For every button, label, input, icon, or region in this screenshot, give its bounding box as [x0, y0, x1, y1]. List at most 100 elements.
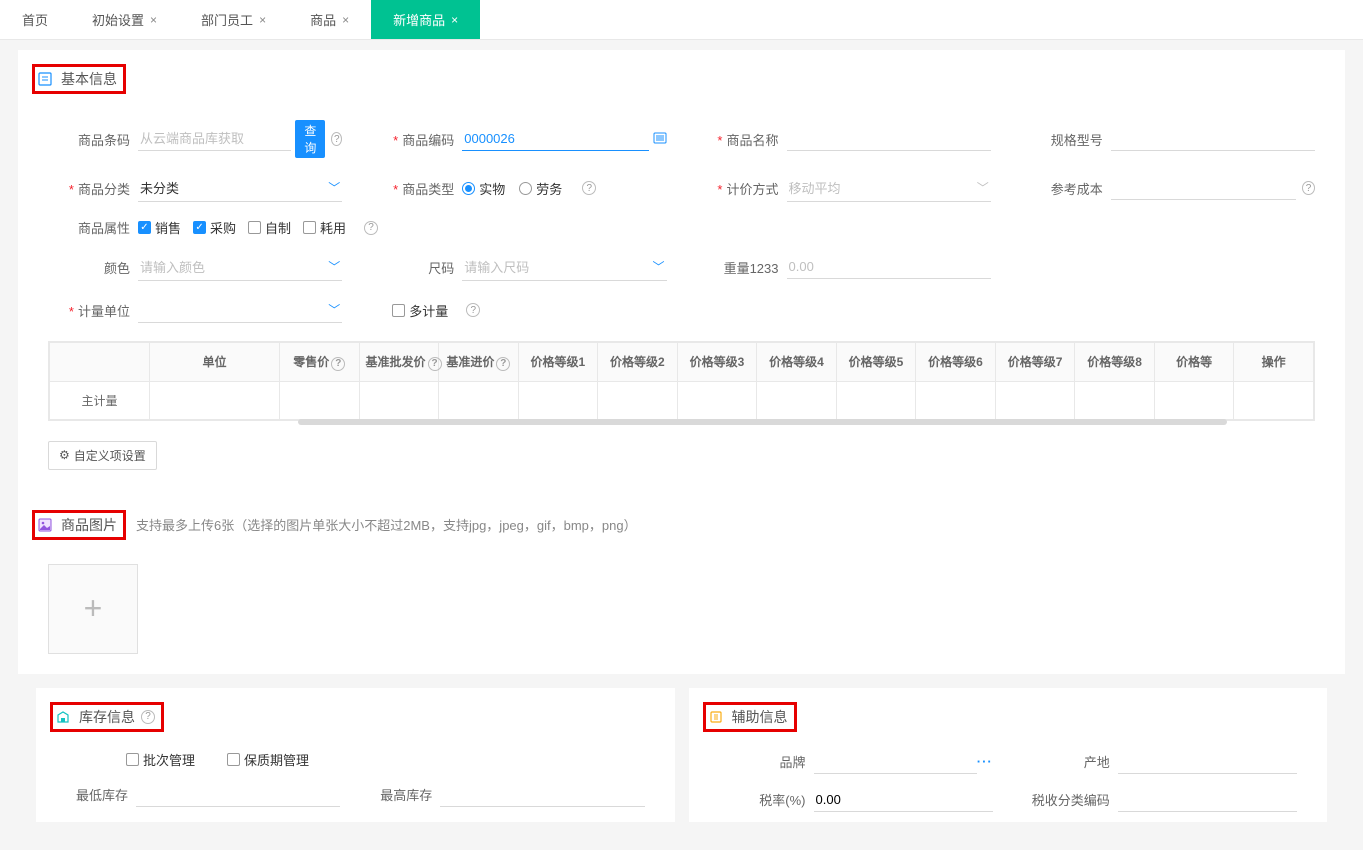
price-col-header: 零售价?: [280, 343, 360, 382]
chevron-down-icon: ﹀: [977, 179, 989, 196]
tab-bar: 首页 初始设置× 部门员工× 商品× 新增商品×: [0, 0, 1363, 40]
chevron-down-icon: ﹀: [328, 258, 340, 275]
price-cell[interactable]: [598, 381, 678, 419]
price-cell[interactable]: [916, 381, 996, 419]
price-col-header: 价格等级2: [598, 343, 678, 382]
close-icon[interactable]: ×: [451, 13, 458, 27]
name-input[interactable]: [787, 127, 991, 151]
close-icon[interactable]: ×: [342, 13, 349, 27]
help-icon[interactable]: ?: [364, 221, 378, 235]
tab-add-product[interactable]: 新增商品×: [371, 0, 480, 39]
help-icon[interactable]: ?: [331, 132, 342, 146]
weight-input[interactable]: [787, 255, 991, 279]
price-col-header: 基准批发价?: [359, 343, 439, 382]
help-icon[interactable]: ?: [141, 710, 155, 724]
price-cell[interactable]: [150, 381, 280, 419]
tab-init-settings[interactable]: 初始设置×: [70, 0, 179, 39]
tab-dept-staff[interactable]: 部门员工×: [179, 0, 288, 39]
help-icon[interactable]: ?: [1302, 181, 1315, 195]
price-col-header: 操作: [1234, 343, 1314, 382]
min-stock-input[interactable]: [136, 783, 340, 807]
price-col-header: 价格等级5: [836, 343, 916, 382]
highlight-box: 辅助信息: [703, 702, 797, 732]
help-icon[interactable]: ?: [466, 303, 480, 317]
query-button[interactable]: 查询: [295, 120, 325, 158]
chk-consume[interactable]: 耗用: [303, 218, 346, 237]
field-name: 商品名称: [697, 120, 991, 158]
price-col-header: 价格等级1: [518, 343, 598, 382]
close-icon[interactable]: ×: [259, 13, 266, 27]
help-icon[interactable]: ?: [582, 181, 596, 195]
chk-selfmade[interactable]: 自制: [248, 218, 291, 237]
field-weight: 重量1233: [697, 253, 991, 281]
pricing-select[interactable]: 移动平均 ﹀: [787, 174, 991, 202]
price-col-header: [50, 343, 150, 382]
tab-home[interactable]: 首页: [0, 0, 70, 39]
price-col-header: 价格等级6: [916, 343, 996, 382]
field-brand: 品牌 ···: [719, 750, 993, 774]
price-col-header: 价格等: [1154, 343, 1234, 382]
price-cell[interactable]: [518, 381, 598, 419]
field-size: 尺码 请输入尺码 ﹀: [372, 253, 666, 281]
chk-shelf-life[interactable]: 保质期管理: [227, 750, 309, 769]
origin-input[interactable]: [1118, 750, 1297, 774]
field-category: 商品分类 未分类 ﹀: [48, 174, 342, 202]
custom-fields-button[interactable]: ⚙ 自定义项设置: [48, 441, 157, 470]
ref-cost-input[interactable]: [1111, 176, 1296, 200]
form-icon: [37, 71, 53, 87]
price-cell[interactable]: [1075, 381, 1155, 419]
unit-select[interactable]: ﹀: [138, 297, 342, 323]
price-cell[interactable]: [439, 381, 519, 419]
price-col-header: 基准进价?: [439, 343, 519, 382]
color-select[interactable]: 请输入颜色 ﹀: [138, 253, 342, 281]
chevron-down-icon: ﹀: [328, 179, 340, 196]
upload-hint: 支持最多上传6张（选择的图片单张大小不超过2MB，支持jpg，jpeg，gif，…: [136, 515, 637, 534]
field-unit: 计量单位 ﹀: [48, 297, 342, 323]
help-icon[interactable]: ?: [428, 357, 442, 371]
barcode-input[interactable]: [138, 127, 291, 151]
radio-service[interactable]: 劳务: [519, 179, 562, 198]
radio-physical[interactable]: 实物: [462, 179, 505, 198]
chevron-down-icon: ﹀: [328, 301, 340, 318]
chk-batch[interactable]: 批次管理: [126, 750, 195, 769]
field-color: 颜色 请输入颜色 ﹀: [48, 253, 342, 281]
plus-icon: +: [84, 590, 103, 627]
barcode-icon[interactable]: [653, 131, 667, 148]
price-cell[interactable]: [677, 381, 757, 419]
tab-products[interactable]: 商品×: [288, 0, 371, 39]
price-cell[interactable]: [280, 381, 360, 419]
basic-info-card: 基本信息 商品条码 查询 ? 商品编码: [18, 50, 1345, 674]
price-cell[interactable]: [1234, 381, 1314, 419]
max-stock-input[interactable]: [440, 783, 644, 807]
field-tax-code: 税收分类编码: [1023, 788, 1297, 812]
price-col-header: 价格等级8: [1075, 343, 1155, 382]
close-icon[interactable]: ×: [150, 13, 157, 27]
price-cell[interactable]: [1154, 381, 1234, 419]
price-cell[interactable]: [995, 381, 1075, 419]
horizontal-scrollbar[interactable]: [298, 419, 1227, 425]
help-icon[interactable]: ?: [331, 357, 345, 371]
chk-sale[interactable]: 销售: [138, 218, 181, 237]
field-multi-unit: 多计量 ?: [372, 297, 666, 323]
tax-code-input[interactable]: [1118, 788, 1297, 812]
section-title: 基本信息: [61, 69, 117, 89]
image-icon: [37, 517, 53, 533]
tax-rate-input[interactable]: [814, 788, 993, 812]
brand-input[interactable]: [814, 750, 977, 774]
field-spec: 规格型号: [1021, 120, 1315, 158]
size-select[interactable]: 请输入尺码 ﹀: [462, 253, 666, 281]
price-cell[interactable]: [359, 381, 439, 419]
lookup-icon[interactable]: ···: [977, 754, 993, 769]
highlight-box: 商品图片: [32, 510, 126, 540]
image-uploader[interactable]: +: [48, 564, 138, 654]
price-cell[interactable]: [757, 381, 837, 419]
help-icon[interactable]: ?: [496, 357, 510, 371]
spec-input[interactable]: [1111, 127, 1315, 151]
code-input[interactable]: [462, 127, 648, 151]
category-select[interactable]: 未分类 ﹀: [138, 174, 342, 202]
chk-multi-unit[interactable]: 多计量: [392, 301, 448, 320]
price-col-header: 单位: [150, 343, 280, 382]
price-cell[interactable]: [836, 381, 916, 419]
field-barcode: 商品条码 查询 ?: [48, 120, 342, 158]
chk-purchase[interactable]: 采购: [193, 218, 236, 237]
